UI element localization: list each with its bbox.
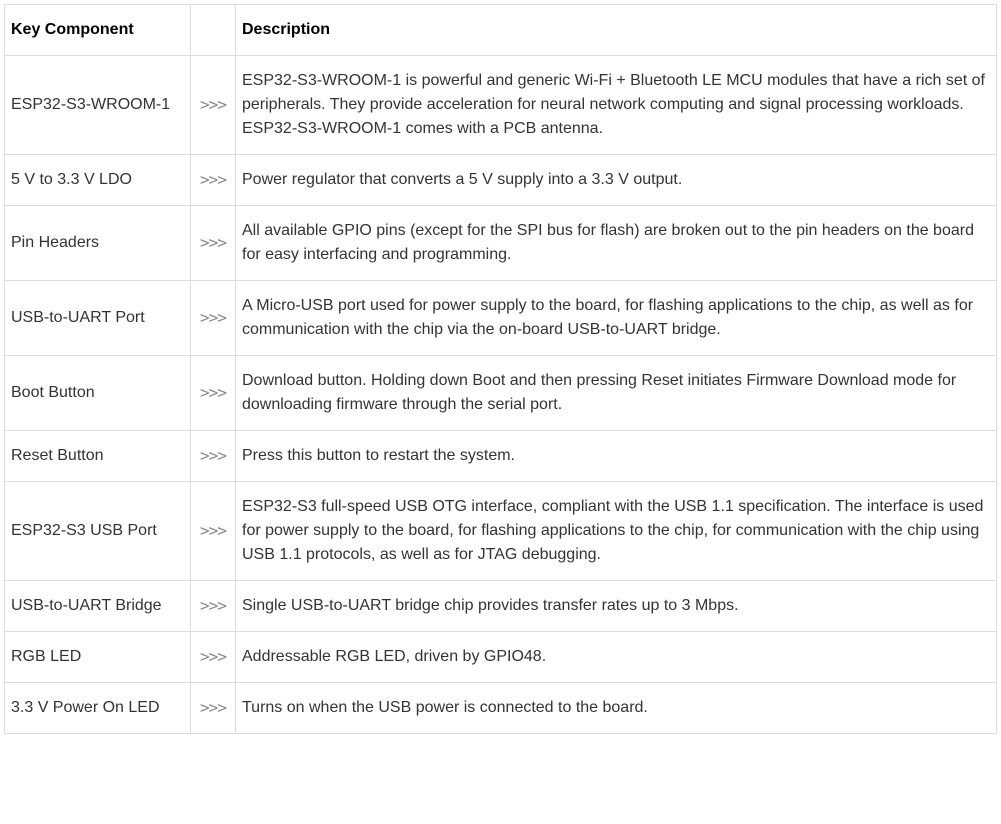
component-name: Boot Button (5, 356, 191, 431)
table-row: 3.3 V Power On LED >>> Turns on when the… (5, 683, 997, 734)
arrow-icon: >>> (191, 632, 236, 683)
component-description: A Micro-USB port used for power supply t… (236, 281, 997, 356)
arrow-icon: >>> (191, 206, 236, 281)
table-row: 5 V to 3.3 V LDO >>> Power regulator tha… (5, 155, 997, 206)
table-row: Pin Headers >>> All available GPIO pins … (5, 206, 997, 281)
component-description: All available GPIO pins (except for the … (236, 206, 997, 281)
arrow-icon: >>> (191, 683, 236, 734)
arrow-icon: >>> (191, 482, 236, 581)
table-row: RGB LED >>> Addressable RGB LED, driven … (5, 632, 997, 683)
table-row: Boot Button >>> Download button. Holding… (5, 356, 997, 431)
component-name: RGB LED (5, 632, 191, 683)
component-description: Download button. Holding down Boot and t… (236, 356, 997, 431)
arrow-icon: >>> (191, 356, 236, 431)
table-row: ESP32-S3-WROOM-1 >>> ESP32-S3-WROOM-1 is… (5, 56, 997, 155)
component-name: ESP32-S3 USB Port (5, 482, 191, 581)
component-description: Press this button to restart the system. (236, 431, 997, 482)
component-name: USB-to-UART Port (5, 281, 191, 356)
arrow-icon: >>> (191, 581, 236, 632)
component-description: ESP32-S3-WROOM-1 is powerful and generic… (236, 56, 997, 155)
arrow-icon: >>> (191, 431, 236, 482)
component-name: Reset Button (5, 431, 191, 482)
component-description: Addressable RGB LED, driven by GPIO48. (236, 632, 997, 683)
component-name: ESP32-S3-WROOM-1 (5, 56, 191, 155)
component-description: Turns on when the USB power is connected… (236, 683, 997, 734)
component-description: Single USB-to-UART bridge chip provides … (236, 581, 997, 632)
arrow-icon: >>> (191, 155, 236, 206)
component-description: ESP32-S3 full-speed USB OTG interface, c… (236, 482, 997, 581)
arrow-icon: >>> (191, 281, 236, 356)
table-header-row: Key Component Description (5, 5, 997, 56)
table-row: USB-to-UART Bridge >>> Single USB-to-UAR… (5, 581, 997, 632)
component-name: Pin Headers (5, 206, 191, 281)
arrow-icon: >>> (191, 56, 236, 155)
table-row: Reset Button >>> Press this button to re… (5, 431, 997, 482)
component-name: 5 V to 3.3 V LDO (5, 155, 191, 206)
header-arrow-spacer (191, 5, 236, 56)
table-row: USB-to-UART Port >>> A Micro-USB port us… (5, 281, 997, 356)
component-name: 3.3 V Power On LED (5, 683, 191, 734)
component-name: USB-to-UART Bridge (5, 581, 191, 632)
table-row: ESP32-S3 USB Port >>> ESP32-S3 full-spee… (5, 482, 997, 581)
component-description: Power regulator that converts a 5 V supp… (236, 155, 997, 206)
header-description: Description (236, 5, 997, 56)
components-table: Key Component Description ESP32-S3-WROOM… (4, 4, 997, 734)
header-key-component: Key Component (5, 5, 191, 56)
